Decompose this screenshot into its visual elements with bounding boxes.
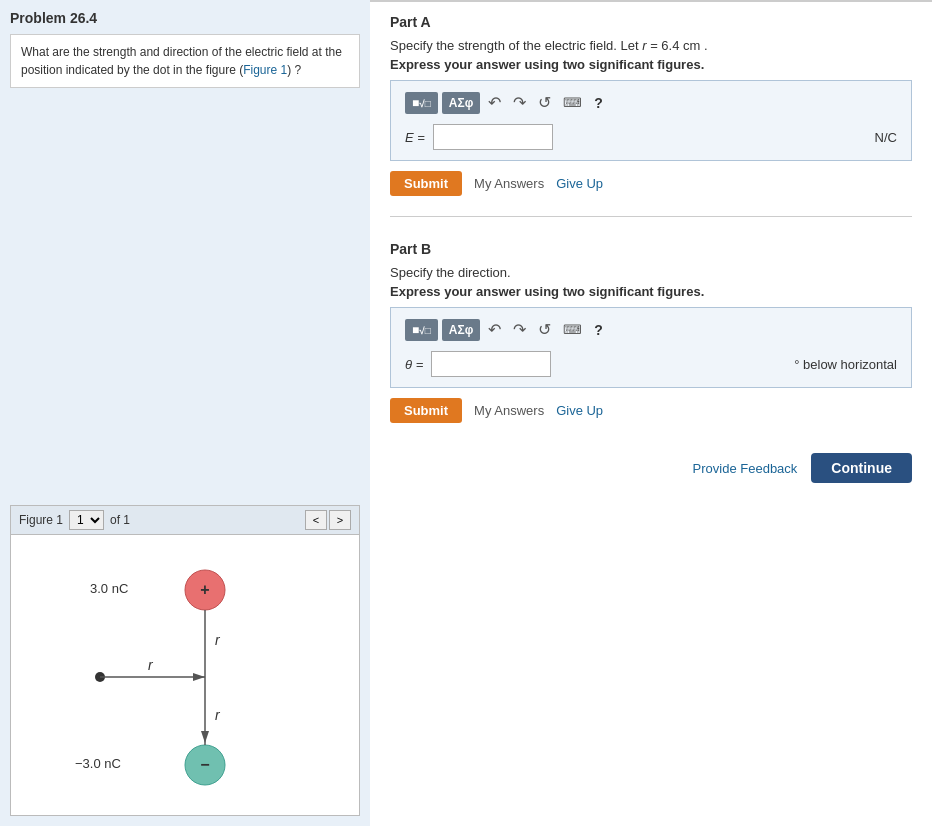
- svg-text:r: r: [215, 707, 221, 723]
- figure-nav-group: < >: [305, 510, 351, 530]
- part-b-refresh-btn[interactable]: ↺: [534, 318, 555, 341]
- part-a-undo-btn[interactable]: ↶: [484, 91, 505, 114]
- part-b-instruction: Specify the direction.: [390, 265, 912, 280]
- part-a-submit-button[interactable]: Submit: [390, 171, 462, 196]
- part-a-toolbar: ■√□ ΑΣφ ↶ ↷ ↺ ⌨ ?: [405, 91, 897, 114]
- part-b-eq-label: θ =: [405, 357, 423, 372]
- svg-text:3.0 nC: 3.0 nC: [90, 581, 128, 596]
- figure-select[interactable]: 1: [69, 510, 104, 530]
- part-b-title: Part B: [390, 229, 912, 257]
- right-panel: Part A Specify the strength of the elect…: [370, 0, 932, 826]
- part-b-math-btn1[interactable]: ■√□: [405, 319, 438, 341]
- part-a-input[interactable]: [433, 124, 553, 150]
- part-b-answer-box: ■√□ ΑΣφ ↶ ↷ ↺ ⌨ ? θ = ° below horizontal: [390, 307, 912, 388]
- part-a-help-btn[interactable]: ?: [590, 93, 607, 113]
- part-a-greek-btn[interactable]: ΑΣφ: [442, 92, 480, 114]
- part-a-submit-row: Submit My Answers Give Up: [390, 171, 912, 196]
- svg-text:+: +: [200, 581, 209, 598]
- part-b-give-up[interactable]: Give Up: [556, 403, 603, 418]
- part-a-eq-label: E =: [405, 130, 425, 145]
- part-a-input-row: E = N/C: [405, 124, 897, 150]
- figure-label: Figure 1: [19, 513, 63, 527]
- part-b-undo-btn[interactable]: ↶: [484, 318, 505, 341]
- part-a-math-btn1[interactable]: ■√□: [405, 92, 438, 114]
- bottom-actions: Provide Feedback Continue: [390, 443, 912, 483]
- part-a-section: Part A Specify the strength of the elect…: [390, 2, 912, 196]
- part-b-input-row: θ = ° below horizontal: [405, 351, 897, 377]
- part-a-answer-box: ■√□ ΑΣφ ↶ ↷ ↺ ⌨ ? E = N/C: [390, 80, 912, 161]
- part-divider: [390, 216, 912, 217]
- problem-description: What are the strength and direction of t…: [10, 34, 360, 88]
- part-b-redo-btn[interactable]: ↷: [509, 318, 530, 341]
- problem-title: Problem 26.4: [10, 10, 360, 26]
- part-a-my-answers[interactable]: My Answers: [474, 176, 544, 191]
- svg-text:−: −: [200, 756, 209, 773]
- svg-text:r: r: [148, 657, 154, 673]
- figure-prev-button[interactable]: <: [305, 510, 327, 530]
- figure-of: of 1: [110, 513, 130, 527]
- svg-marker-8: [193, 673, 205, 681]
- figure-section: Figure 1 1 of 1 < > + −: [10, 505, 360, 816]
- part-b-submit-row: Submit My Answers Give Up: [390, 398, 912, 423]
- part-b-toolbar: ■√□ ΑΣφ ↶ ↷ ↺ ⌨ ?: [405, 318, 897, 341]
- part-a-title: Part A: [390, 2, 912, 30]
- part-a-unit: N/C: [875, 130, 897, 145]
- figure-link[interactable]: Figure 1: [243, 63, 287, 77]
- part-a-give-up[interactable]: Give Up: [556, 176, 603, 191]
- part-b-emphasis: Express your answer using two significan…: [390, 284, 912, 299]
- part-a-keyboard-btn[interactable]: ⌨: [559, 93, 586, 112]
- svg-marker-5: [201, 731, 209, 743]
- part-b-help-btn[interactable]: ?: [590, 320, 607, 340]
- provide-feedback-link[interactable]: Provide Feedback: [693, 461, 798, 476]
- figure-header: Figure 1 1 of 1 < >: [11, 506, 359, 535]
- part-b-keyboard-btn[interactable]: ⌨: [559, 320, 586, 339]
- part-b-greek-btn[interactable]: ΑΣφ: [442, 319, 480, 341]
- svg-text:−3.0 nC: −3.0 nC: [75, 756, 121, 771]
- part-a-instruction: Specify the strength of the electric fie…: [390, 38, 912, 53]
- figure-canvas: + − r r: [11, 535, 359, 815]
- continue-button[interactable]: Continue: [811, 453, 912, 483]
- part-b-submit-button[interactable]: Submit: [390, 398, 462, 423]
- part-a-emphasis: Express your answer using two significan…: [390, 57, 912, 72]
- left-panel: Problem 26.4 What are the strength and d…: [0, 0, 370, 826]
- part-b-input[interactable]: [431, 351, 551, 377]
- part-a-refresh-btn[interactable]: ↺: [534, 91, 555, 114]
- figure-svg: + − r r: [11, 535, 359, 815]
- part-a-redo-btn[interactable]: ↷: [509, 91, 530, 114]
- description-text-2: ) ?: [287, 63, 301, 77]
- svg-text:r: r: [215, 632, 221, 648]
- figure-next-button[interactable]: >: [329, 510, 351, 530]
- part-b-section: Part B Specify the direction. Express yo…: [390, 229, 912, 423]
- part-b-unit: ° below horizontal: [794, 357, 897, 372]
- part-b-my-answers[interactable]: My Answers: [474, 403, 544, 418]
